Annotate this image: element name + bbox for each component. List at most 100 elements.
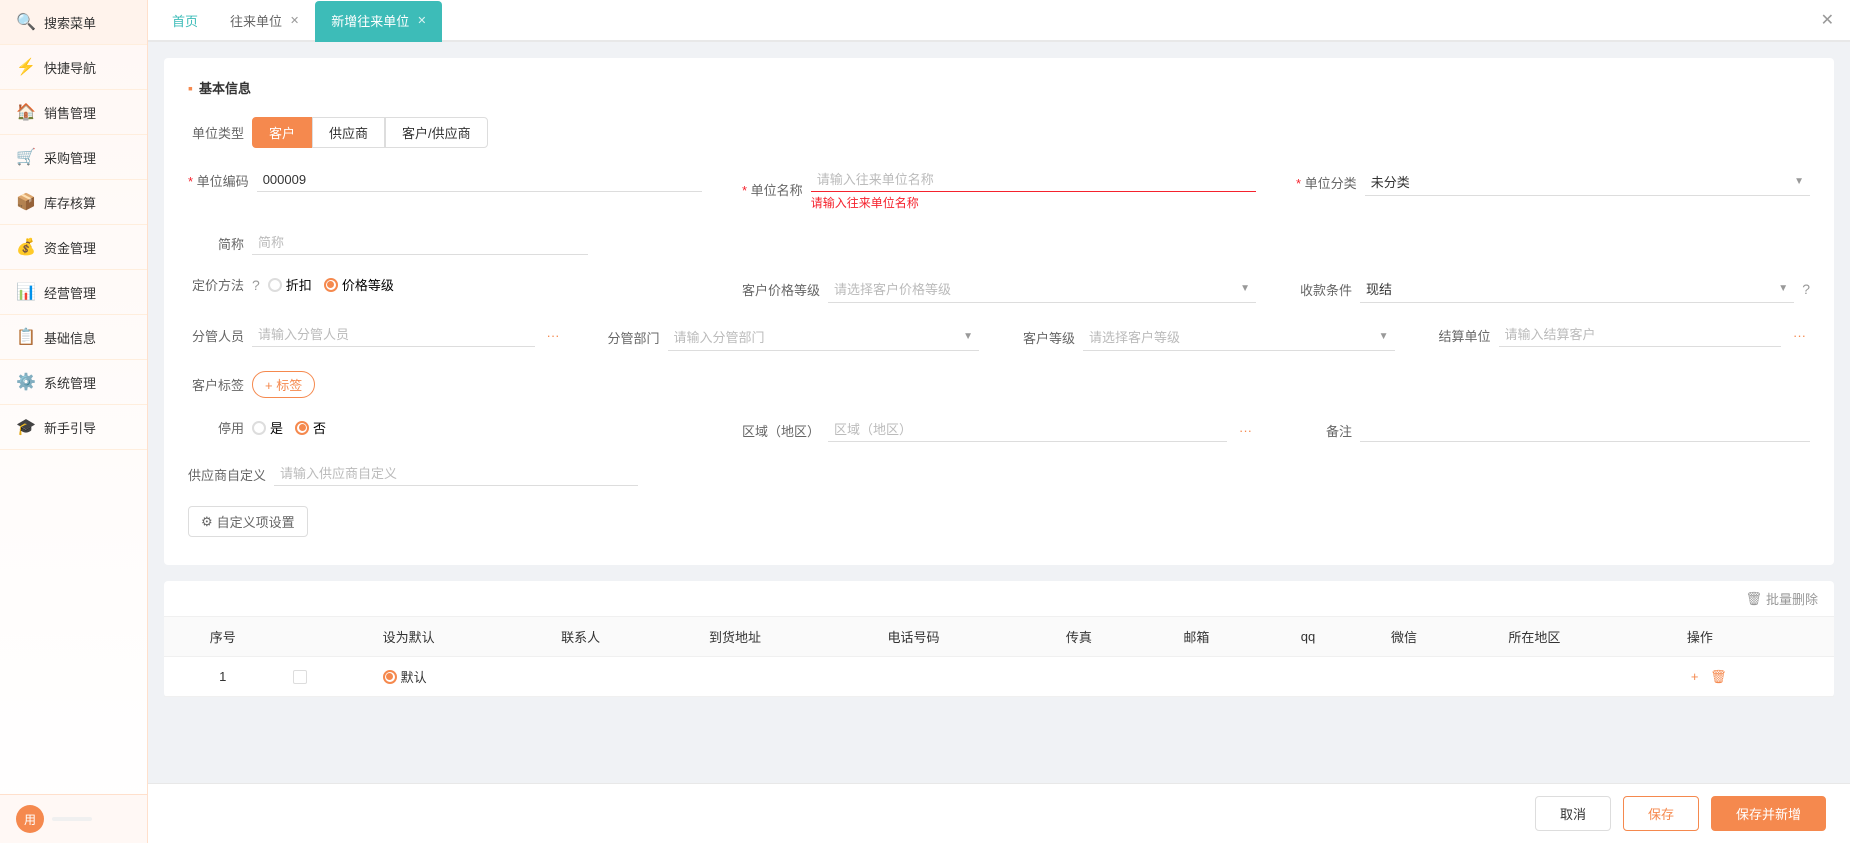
- unit-category-value: 未分类: [1371, 172, 1794, 191]
- sidebar-item-system[interactable]: ⚙️ 系统管理: [0, 360, 147, 405]
- no-label: 否: [313, 418, 326, 437]
- cell-checkbox[interactable]: [281, 657, 370, 697]
- payment-help-icon[interactable]: ?: [1802, 281, 1810, 297]
- sidebar-item-label: 采购管理: [44, 148, 96, 167]
- pricing-row: 定价方法 ? 折扣 价格等级 客户价格等级: [188, 275, 1810, 303]
- cell-address: [697, 657, 875, 697]
- customer-price-arrow-icon: ▼: [1240, 283, 1250, 294]
- main-area: 首页 往来单位 ✕ 新增往来单位 ✕ ✕ ▪ 基本信息 单位类型 客户: [148, 0, 1850, 843]
- add-tag-button[interactable]: + 标签: [252, 371, 315, 398]
- unit-name-item: 单位名称 请输入往来单位名称: [742, 168, 1256, 211]
- yes-label: 是: [270, 418, 283, 437]
- cell-default: 默认: [371, 657, 549, 697]
- batch-delete-icon: 🗑: [1745, 591, 1762, 607]
- sidebar-item-purchase[interactable]: 🛒 采购管理: [0, 135, 147, 180]
- discount-radio-circle: [268, 278, 282, 292]
- footer: 取消 保存 保存并新增: [148, 783, 1850, 843]
- manager-input[interactable]: [252, 323, 535, 347]
- sidebar-item-operations[interactable]: 📊 经营管理: [0, 270, 147, 315]
- tab-new-partner[interactable]: 新增往来单位 ✕: [315, 1, 442, 42]
- customer-level-select[interactable]: 请选择客户等级 ▼: [1083, 323, 1395, 351]
- batch-delete-btn[interactable]: 🗑 批量删除: [1745, 589, 1818, 608]
- quick-nav-icon: ⚡: [16, 57, 36, 77]
- pricing-help-icon[interactable]: ?: [252, 277, 260, 293]
- col-email: 邮箱: [1171, 617, 1288, 657]
- supplier-custom-input[interactable]: [274, 462, 638, 486]
- close-all-tabs[interactable]: ✕: [1813, 10, 1842, 30]
- tab-partners[interactable]: 往来单位 ✕: [214, 1, 315, 42]
- disable-no-radio[interactable]: 否: [295, 418, 326, 437]
- payment-arrow-icon: ▼: [1778, 283, 1788, 294]
- settlement-input[interactable]: [1499, 323, 1782, 347]
- cancel-button[interactable]: 取消: [1535, 796, 1611, 831]
- sidebar-item-label: 搜索菜单: [44, 13, 96, 32]
- sidebar-item-label: 基础信息: [44, 328, 96, 347]
- manager-row: 分管人员 ··· 分管部门 请输入分管部门 ▼ 客户等级 请选择客户等级 ▼: [188, 323, 1810, 351]
- sidebar-item-label: 资金管理: [44, 238, 96, 257]
- disable-region-row: 停用 是 否 区域（地区） ···: [188, 418, 1810, 442]
- contact-table: 序号 设为默认 联系人 到货地址 电话号码 传真 邮箱 qq 微信 所在地区 操…: [164, 617, 1834, 697]
- unit-code-label: 单位编码: [188, 171, 249, 190]
- tags-item: 客户标签 + 标签: [188, 371, 1810, 398]
- save-new-button[interactable]: 保存并新增: [1711, 796, 1826, 831]
- custom-settings-button[interactable]: ⚙ 自定义项设置: [188, 506, 308, 537]
- sidebar-item-inventory[interactable]: 📦 库存核算: [0, 180, 147, 225]
- payment-item: 收款条件 现结 ▼ ?: [1296, 275, 1810, 303]
- row-default-radio[interactable]: 默认: [383, 667, 537, 686]
- col-address: 到货地址: [697, 617, 875, 657]
- btn-both[interactable]: 客户/供应商: [385, 117, 488, 148]
- tab-partners-close[interactable]: ✕: [290, 14, 299, 27]
- btn-customer[interactable]: 客户: [252, 117, 312, 148]
- settlement-more-btn[interactable]: ···: [1789, 328, 1810, 343]
- cell-action: + 🗑: [1675, 657, 1834, 697]
- dept-select[interactable]: 请输入分管部门 ▼: [668, 323, 980, 351]
- btn-supplier[interactable]: 供应商: [312, 117, 385, 148]
- region-more-btn[interactable]: ···: [1235, 423, 1256, 438]
- guide-icon: 🎓: [16, 417, 36, 437]
- customer-price-select[interactable]: 请选择客户价格等级 ▼: [828, 275, 1256, 303]
- tab-new-partner-label: 新增往来单位: [331, 11, 409, 30]
- level-label: 价格等级: [342, 275, 394, 294]
- unit-name-input[interactable]: [811, 168, 1256, 192]
- cell-fax: [1054, 657, 1171, 697]
- unit-type-label: 单位类型: [188, 123, 244, 142]
- tab-new-partner-close[interactable]: ✕: [417, 14, 426, 27]
- region-input[interactable]: [828, 418, 1227, 442]
- pricing-radio-level[interactable]: 价格等级: [324, 275, 394, 294]
- col-wechat: 微信: [1379, 617, 1496, 657]
- card-title-text: 基本信息: [199, 78, 251, 97]
- disable-label: 停用: [188, 418, 244, 437]
- unit-type-item: 单位类型 客户 供应商 客户/供应商: [188, 117, 488, 148]
- unit-code-input[interactable]: [257, 168, 702, 192]
- sidebar-item-label: 库存核算: [44, 193, 96, 212]
- card-title: ▪ 基本信息: [188, 78, 1810, 97]
- dept-item: 分管部门 请输入分管部门 ▼: [604, 323, 980, 351]
- sidebar-item-finance[interactable]: 💰 资金管理: [0, 225, 147, 270]
- unit-category-select[interactable]: 未分类 ▼: [1365, 168, 1810, 196]
- save-button[interactable]: 保存: [1623, 796, 1699, 831]
- customer-level-placeholder: 请选择客户等级: [1089, 327, 1379, 346]
- row-checkbox[interactable]: [293, 670, 307, 684]
- sidebar-item-guide[interactable]: 🎓 新手引导: [0, 405, 147, 450]
- pricing-radio-discount[interactable]: 折扣: [268, 275, 312, 294]
- card-title-icon: ▪: [188, 80, 193, 96]
- default-label: 默认: [401, 667, 427, 686]
- manager-more-btn[interactable]: ···: [543, 328, 564, 343]
- row-add-btn[interactable]: +: [1691, 669, 1699, 684]
- pricing-item: 定价方法 ? 折扣 价格等级: [188, 275, 702, 294]
- sidebar-item-search[interactable]: 🔍 搜索菜单: [0, 0, 147, 45]
- row-delete-btn[interactable]: 🗑: [1710, 669, 1727, 684]
- sidebar-item-basic[interactable]: 📋 基础信息: [0, 315, 147, 360]
- contact-table-section: 🗑 批量删除 序号 设为默认 联系人 到货地址 电话号码 传真 邮箱 qq: [164, 581, 1834, 697]
- disable-yes-radio[interactable]: 是: [252, 418, 283, 437]
- sidebar-item-sales[interactable]: 🏠 销售管理: [0, 90, 147, 135]
- sidebar-item-quick-nav[interactable]: ⚡ 快捷导航: [0, 45, 147, 90]
- col-qq: qq: [1289, 617, 1379, 657]
- remark-item: 备注: [1296, 418, 1810, 442]
- remark-input[interactable]: [1360, 418, 1810, 442]
- short-name-input[interactable]: [252, 231, 588, 255]
- col-checkbox: [281, 617, 370, 657]
- payment-select[interactable]: 现结 ▼: [1360, 275, 1794, 303]
- col-action: 操作: [1675, 617, 1834, 657]
- tab-home[interactable]: 首页: [156, 1, 214, 42]
